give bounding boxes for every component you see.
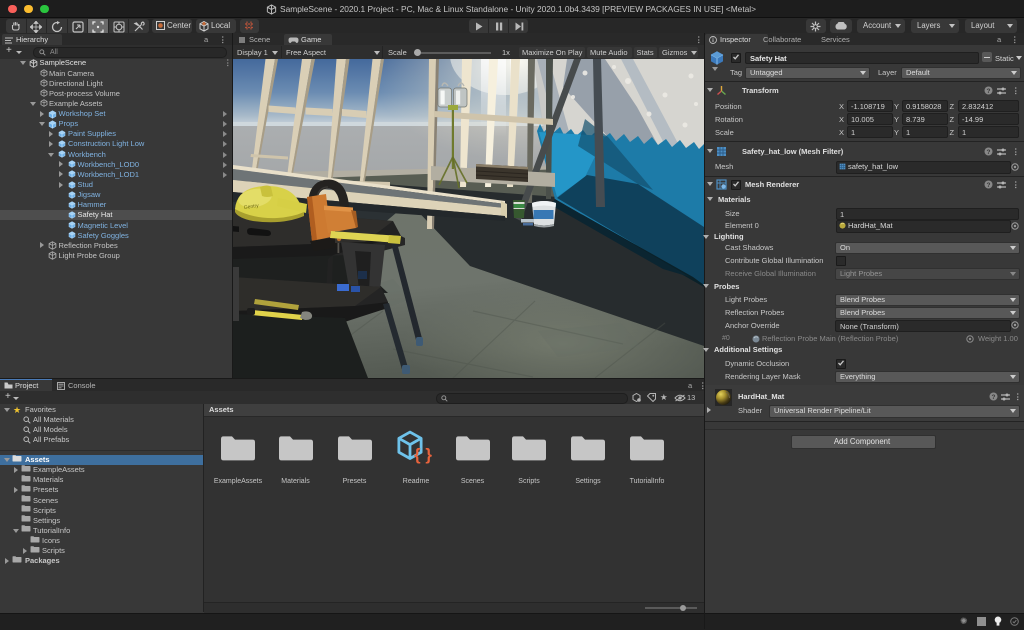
svg-text:?: ? xyxy=(987,88,991,95)
svg-text:?: ? xyxy=(992,394,996,401)
svg-text:?: ? xyxy=(987,148,991,155)
svg-text:?: ? xyxy=(987,182,991,189)
